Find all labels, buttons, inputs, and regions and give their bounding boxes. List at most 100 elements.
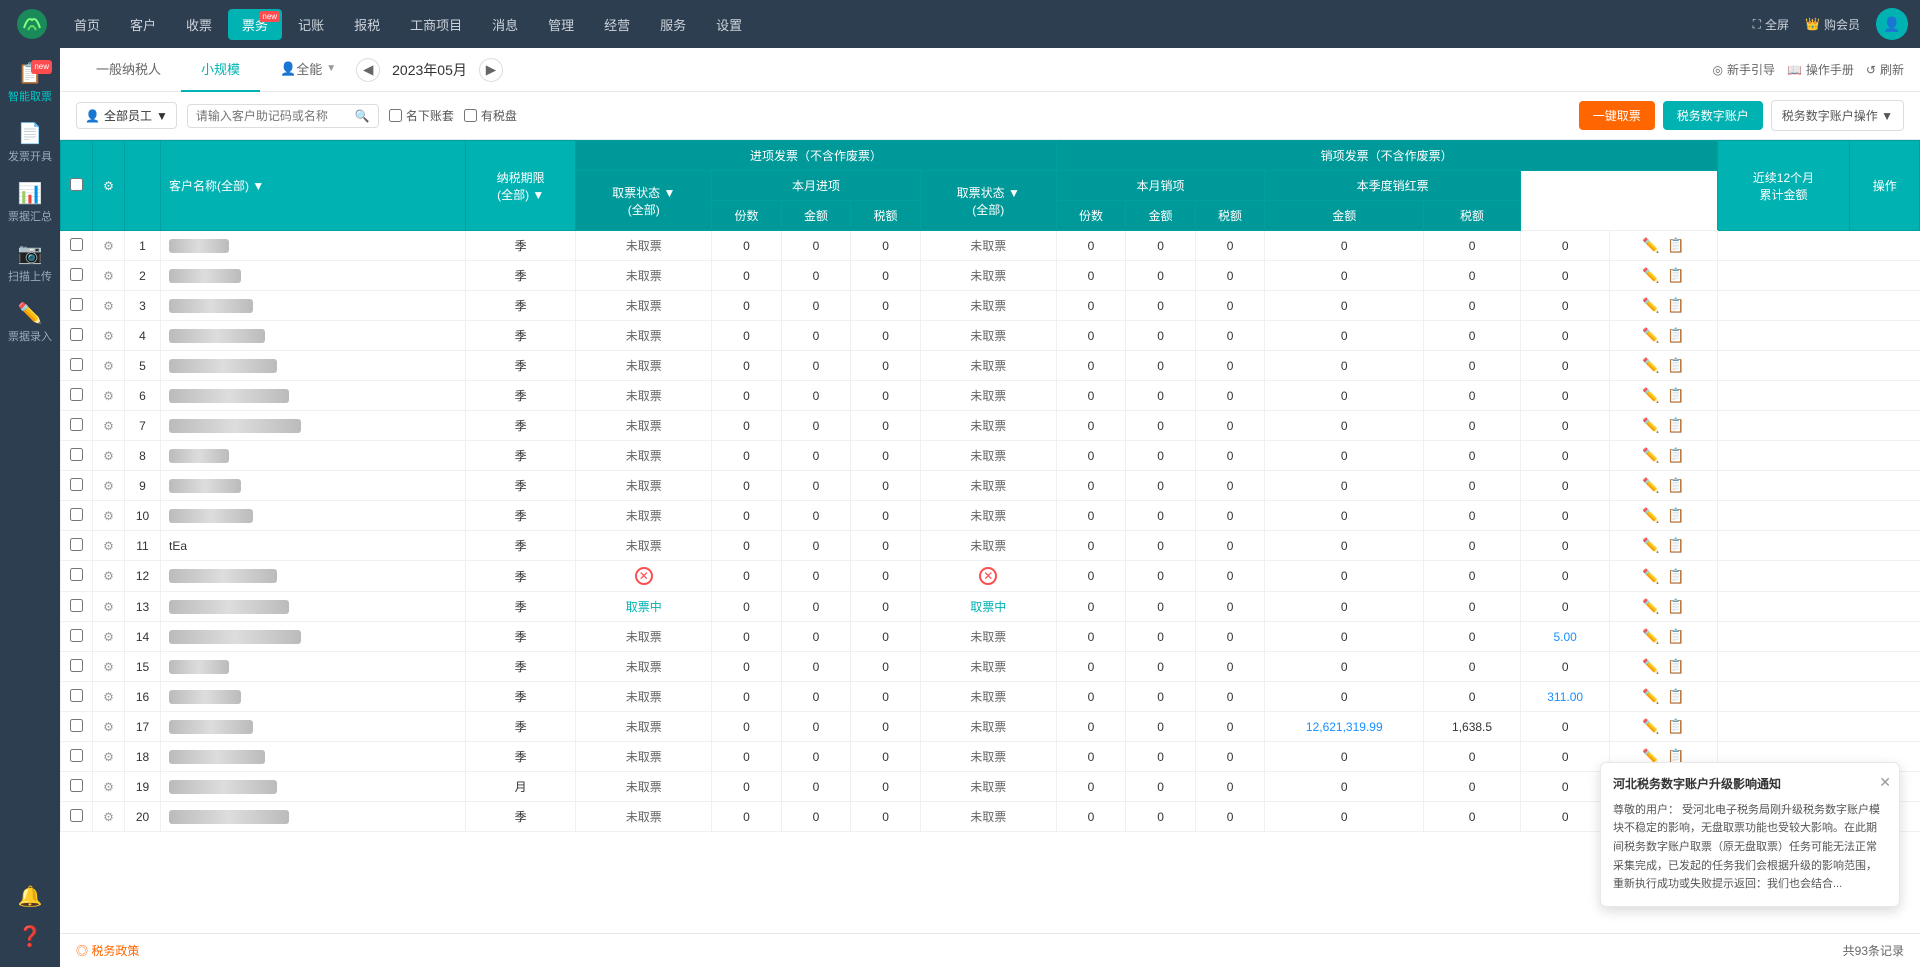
sidebar-item-scan-upload[interactable]: 📷 扫描上传 [4,236,56,292]
nav-invoice-receive[interactable]: 收票 [172,9,226,40]
date-prev-btn[interactable]: ◀ [356,58,380,82]
tab-all[interactable]: 👤 全能 ▼ [260,48,356,92]
sidebar-item-smart-invoice[interactable]: 📋 智能取票 new [4,56,56,112]
cell-checkbox[interactable] [61,471,93,501]
sidebar-item-help[interactable]: ❓ [4,919,56,955]
copy-icon[interactable]: 📋 [1665,237,1686,253]
cell-checkbox[interactable] [61,351,93,381]
nav-service[interactable]: 服务 [646,9,700,40]
cell-checkbox[interactable] [61,381,93,411]
cell-checkbox[interactable] [61,501,93,531]
copy-icon[interactable]: 📋 [1665,598,1686,614]
nav-manage[interactable]: 管理 [534,9,588,40]
tax-policy-link[interactable]: ◎ 税务政策 [76,942,139,959]
edit-icon[interactable]: ✏️ [1640,568,1661,584]
sub-ledger-checkbox[interactable]: 名下账套 [389,107,454,124]
cell-checkbox[interactable] [61,802,93,832]
search-input[interactable] [196,109,351,123]
edit-icon[interactable]: ✏️ [1640,237,1661,253]
copy-icon[interactable]: 📋 [1665,688,1686,704]
edit-icon[interactable]: ✏️ [1640,718,1661,734]
cell-checkbox[interactable] [61,291,93,321]
edit-icon[interactable]: ✏️ [1640,357,1661,373]
sidebar-item-notification[interactable]: 🔔 [4,879,56,915]
th-tax-period[interactable]: 纳税期限(全部) ▼ [466,141,576,231]
copy-icon[interactable]: 📋 [1665,507,1686,523]
tax-digital-account-ops-btn[interactable]: 税务数字账户操作 ▼ [1771,100,1904,131]
nav-settings[interactable]: 设置 [702,9,756,40]
avatar[interactable]: 👤 [1876,8,1908,40]
nav-tax[interactable]: 报税 [340,9,394,40]
select-all-checkbox[interactable] [70,178,83,191]
nav-accounting[interactable]: 记账 [284,9,338,40]
sidebar-item-issue-invoice[interactable]: 📄 发票开具 [4,116,56,172]
cell-checkbox[interactable] [61,261,93,291]
cell-checkbox[interactable] [61,622,93,652]
cell-settings[interactable]: ⚙ [93,351,125,381]
cell-checkbox[interactable] [61,772,93,802]
edit-icon[interactable]: ✏️ [1640,537,1661,553]
cell-checkbox[interactable] [61,231,93,261]
cell-checkbox[interactable] [61,561,93,592]
client-search[interactable]: 🔍 [187,104,379,128]
copy-icon[interactable]: 📋 [1665,447,1686,463]
tab-general[interactable]: 一般纳税人 [76,48,181,92]
manual-btn[interactable]: 📖 操作手册 [1787,61,1854,78]
cell-settings[interactable]: ⚙ [93,622,125,652]
cell-settings[interactable]: ⚙ [93,501,125,531]
cell-checkbox[interactable] [61,592,93,622]
edit-icon[interactable]: ✏️ [1640,598,1661,614]
nav-business[interactable]: 工商项目 [396,9,476,40]
nav-operation[interactable]: 经营 [590,9,644,40]
notification-close-btn[interactable]: ✕ [1879,771,1891,793]
edit-icon[interactable]: ✏️ [1640,507,1661,523]
copy-icon[interactable]: 📋 [1665,537,1686,553]
copy-icon[interactable]: 📋 [1665,387,1686,403]
cell-checkbox[interactable] [61,742,93,772]
edit-icon[interactable]: ✏️ [1640,688,1661,704]
cell-settings[interactable]: ⚙ [93,682,125,712]
edit-icon[interactable]: ✏️ [1640,447,1661,463]
cell-settings[interactable]: ⚙ [93,471,125,501]
date-next-btn[interactable]: ▶ [479,58,503,82]
nav-message[interactable]: 消息 [478,9,532,40]
cell-checkbox[interactable] [61,712,93,742]
copy-icon[interactable]: 📋 [1665,628,1686,644]
nav-piaowu[interactable]: 票务 new [228,9,282,40]
cell-settings[interactable]: ⚙ [93,531,125,561]
cell-settings[interactable]: ⚙ [93,321,125,351]
cell-settings[interactable]: ⚙ [93,381,125,411]
cell-checkbox[interactable] [61,321,93,351]
edit-icon[interactable]: ✏️ [1640,417,1661,433]
th-client-name[interactable]: 客户名称(全部) ▼ [161,141,466,231]
th-inbound-fetch-status[interactable]: 取票状态 ▼(全部) [576,171,712,231]
cell-settings[interactable]: ⚙ [93,291,125,321]
cell-checkbox[interactable] [61,682,93,712]
cell-settings[interactable]: ⚙ [93,231,125,261]
cell-settings[interactable]: ⚙ [93,411,125,441]
edit-icon[interactable]: ✏️ [1640,267,1661,283]
cell-settings[interactable]: ⚙ [93,561,125,592]
copy-icon[interactable]: 📋 [1665,658,1686,674]
copy-icon[interactable]: 📋 [1665,718,1686,734]
sidebar-item-invoice-entry[interactable]: ✏️ 票据录入 [4,296,56,352]
cell-checkbox[interactable] [61,531,93,561]
cell-settings[interactable]: ⚙ [93,802,125,832]
cell-checkbox[interactable] [61,411,93,441]
cell-settings[interactable]: ⚙ [93,592,125,622]
edit-icon[interactable]: ✏️ [1640,387,1661,403]
new-guide-btn[interactable]: ◎ 新手引导 [1712,61,1775,78]
edit-icon[interactable]: ✏️ [1640,658,1661,674]
copy-icon[interactable]: 📋 [1665,357,1686,373]
cell-settings[interactable]: ⚙ [93,261,125,291]
copy-icon[interactable]: 📋 [1665,297,1686,313]
cell-settings[interactable]: ⚙ [93,441,125,471]
cell-settings[interactable]: ⚙ [93,742,125,772]
copy-icon[interactable]: 📋 [1665,477,1686,493]
edit-icon[interactable]: ✏️ [1640,477,1661,493]
edit-icon[interactable]: ✏️ [1640,628,1661,644]
fullscreen-btn[interactable]: ⛶ 全屏 [1753,16,1789,33]
copy-icon[interactable]: 📋 [1665,568,1686,584]
edit-icon[interactable]: ✏️ [1640,297,1661,313]
copy-icon[interactable]: 📋 [1665,267,1686,283]
